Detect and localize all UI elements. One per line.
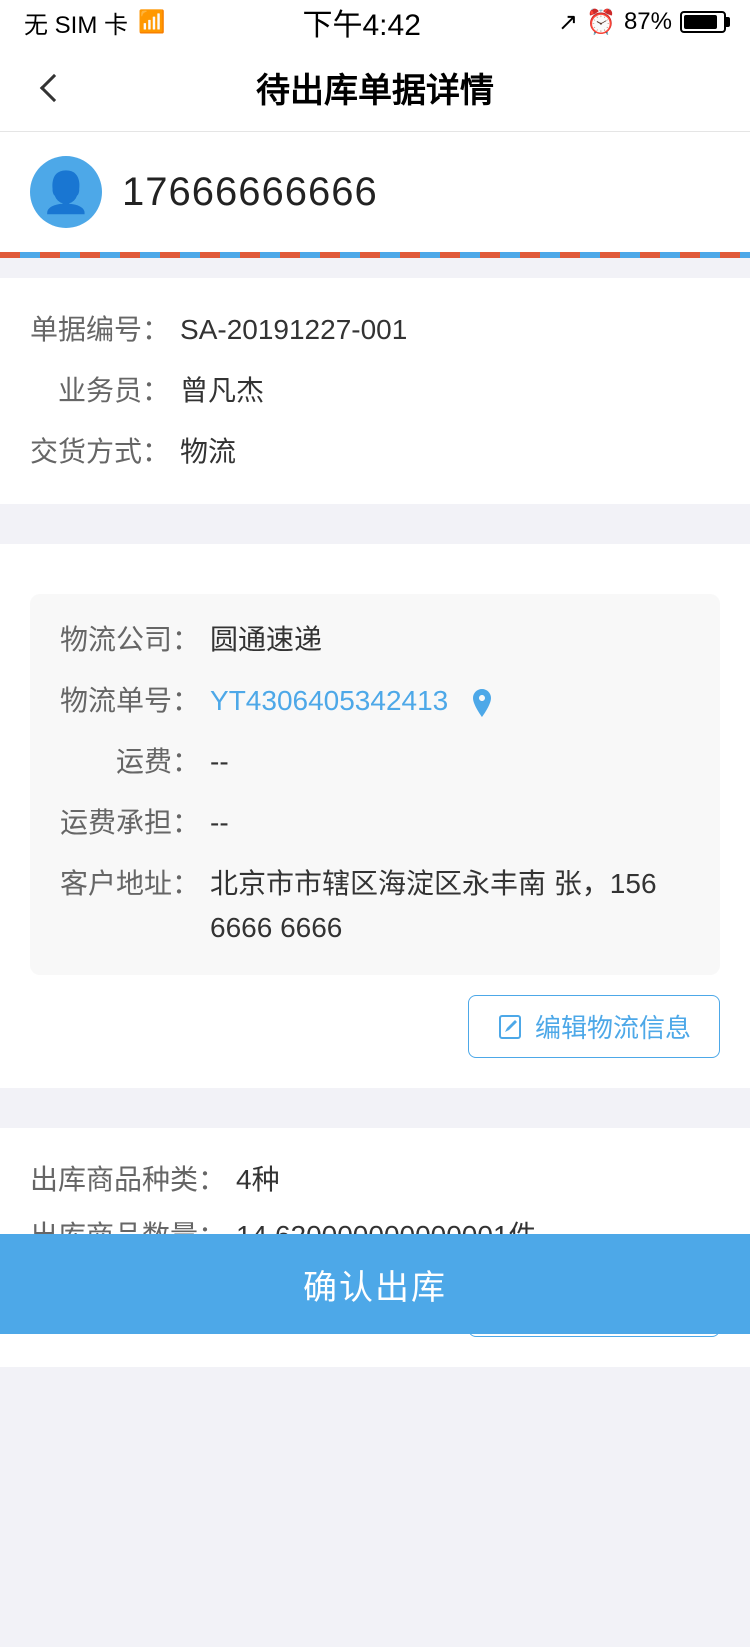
sales-person-row: 业务员： 曾凡杰: [30, 369, 720, 414]
logistics-tracking-row: 物流单号： YT4306405342413: [60, 679, 690, 724]
status-left: 无 SIM 卡 📶: [24, 5, 165, 40]
delivery-method-label: 交货方式：: [30, 430, 180, 475]
back-chevron-icon: [40, 73, 68, 101]
address-value: 北京市市辖区海淀区永丰南 张，156 6666 6666: [210, 862, 690, 952]
document-number-value: SA-20191227-001: [180, 308, 720, 353]
logistics-company-label: 物流公司：: [60, 618, 210, 663]
battery-fill: [684, 15, 717, 29]
freight-bearer-label: 运费承担：: [60, 801, 210, 846]
section-separator-1: [0, 504, 750, 524]
logistics-tracking-value: YT4306405342413: [210, 679, 690, 724]
edit-logistics-area: 编辑物流信息: [30, 995, 720, 1058]
confirm-button[interactable]: 确认出库: [0, 1234, 750, 1334]
edit-icon: [497, 1013, 525, 1041]
avatar-icon: 👤: [41, 169, 91, 216]
customer-header: 👤 17666666666: [0, 132, 750, 252]
battery-percent: 87%: [624, 8, 672, 36]
address-label: 客户地址：: [60, 862, 210, 907]
track-location-icon[interactable]: [464, 685, 500, 721]
sales-person-label: 业务员：: [30, 369, 180, 414]
goods-types-label: 出库商品种类：: [30, 1158, 236, 1198]
edit-logistics-button[interactable]: 编辑物流信息: [468, 995, 720, 1058]
delivery-method-row: 交货方式： 物流: [30, 430, 720, 475]
nav-bar: 待出库单据详情: [0, 44, 750, 132]
logistics-tracking-label: 物流单号：: [60, 679, 210, 724]
location-icon: ↗: [558, 8, 578, 37]
carrier-text: 无 SIM 卡: [24, 5, 128, 40]
empty-area: [0, 1367, 750, 1647]
alarm-icon: ⏰: [586, 8, 616, 37]
goods-types-row: 出库商品种类： 4种: [30, 1158, 720, 1198]
bottom-area: 确认出库: [0, 1234, 750, 1334]
freight-value: --: [210, 740, 690, 785]
logistics-company-value: 圆通速递: [210, 618, 690, 663]
edit-logistics-label: 编辑物流信息: [535, 1008, 691, 1045]
goods-types-value: 4种: [236, 1158, 280, 1198]
freight-label: 运费：: [60, 740, 210, 785]
status-bar: 无 SIM 卡 📶 下午4:42 ↗ ⏰ 87%: [0, 0, 750, 44]
freight-bearer-row: 运费承担： --: [60, 801, 690, 846]
freight-bearer-value: --: [210, 801, 690, 846]
customer-phone: 17666666666: [122, 170, 378, 215]
dashed-divider: [0, 252, 750, 258]
status-right: ↗ ⏰ 87%: [558, 8, 726, 37]
document-number-row: 单据编号： SA-20191227-001: [30, 308, 720, 353]
page-title: 待出库单据详情: [84, 63, 666, 112]
order-info-section: 单据编号： SA-20191227-001 业务员： 曾凡杰 交货方式： 物流: [0, 278, 750, 504]
freight-row: 运费： --: [60, 740, 690, 785]
document-number-label: 单据编号：: [30, 308, 180, 353]
logistics-box: 物流公司： 圆通速递 物流单号： YT4306405342413 运费： -- …: [30, 594, 720, 975]
section-separator-2: [0, 1088, 750, 1108]
status-time: 下午4:42: [302, 0, 420, 44]
delivery-method-value: 物流: [180, 430, 720, 475]
sales-person-value: 曾凡杰: [180, 369, 720, 414]
address-row: 客户地址： 北京市市辖区海淀区永丰南 张，156 6666 6666: [60, 862, 690, 952]
back-button[interactable]: [24, 58, 84, 118]
tracking-number: YT4306405342413: [210, 685, 448, 716]
confirm-label: 确认出库: [303, 1260, 447, 1309]
avatar: 👤: [30, 156, 102, 228]
wifi-icon: 📶: [138, 9, 165, 35]
logistics-section: 物流公司： 圆通速递 物流单号： YT4306405342413 运费： -- …: [0, 544, 750, 1088]
battery-icon: [680, 11, 726, 33]
logistics-company-row: 物流公司： 圆通速递: [60, 618, 690, 663]
